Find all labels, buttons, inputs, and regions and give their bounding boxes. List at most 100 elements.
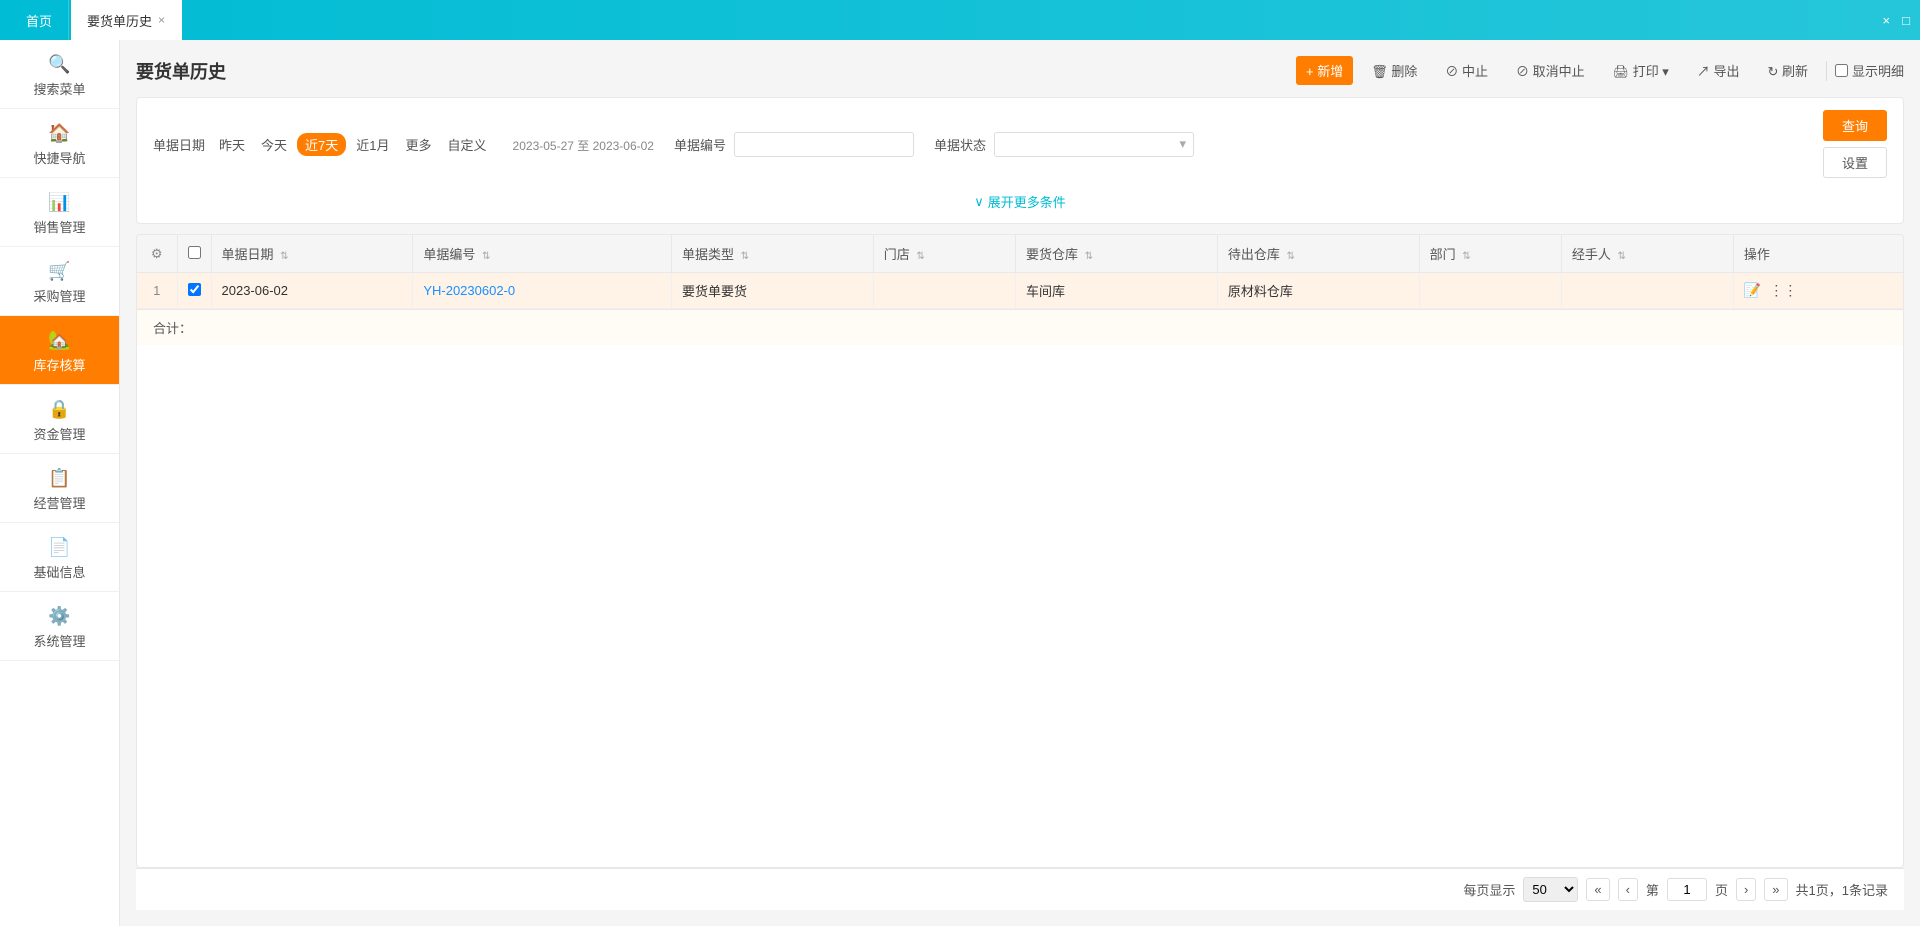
per-page-label: 每页显示 bbox=[1463, 880, 1515, 899]
tab-history[interactable]: 要货单历史 × bbox=[71, 0, 182, 40]
sidebar-item-inventory[interactable]: 🏡 库存核算 bbox=[0, 316, 119, 385]
table-body: 1 2023-06-02 YH-20230602-0 要货单要货 bbox=[137, 273, 1903, 309]
page-input[interactable] bbox=[1667, 878, 1707, 901]
per-page-select[interactable]: 50 100 200 bbox=[1523, 877, 1578, 902]
td-order-no[interactable]: YH-20230602-0 bbox=[413, 273, 672, 309]
pagination-bar: 每页显示 50 100 200 « ‹ 第 页 › » 共1页，1条记录 bbox=[136, 868, 1904, 910]
next-page-btn[interactable]: › bbox=[1736, 878, 1756, 901]
row-action-icons: 📝 ⋮⋮ bbox=[1744, 282, 1893, 299]
system-icon: ⚙️ bbox=[48, 606, 70, 627]
th-settings[interactable]: ⚙ bbox=[137, 235, 177, 273]
th-action-label: 操作 bbox=[1744, 247, 1770, 262]
th-dept: 部门 ⇅ bbox=[1419, 235, 1561, 273]
row-checkbox[interactable] bbox=[188, 283, 201, 296]
th-order-no-sort[interactable]: ⇅ bbox=[482, 251, 490, 262]
first-page-btn[interactable]: « bbox=[1586, 878, 1609, 901]
expand-more-btn[interactable]: ∨ 展开更多条件 bbox=[974, 192, 1066, 211]
th-pending-warehouse-sort[interactable]: ⇅ bbox=[1286, 251, 1294, 262]
tab-list: 首页 要货单历史 × bbox=[10, 0, 182, 40]
page-title: 要货单历史 bbox=[136, 58, 226, 84]
status-label: 单据状态 bbox=[934, 135, 986, 154]
purchase-icon: 🛒 bbox=[48, 261, 70, 282]
window-maximize-btn[interactable]: □ bbox=[1902, 13, 1910, 28]
new-button[interactable]: + 新增 bbox=[1296, 56, 1353, 85]
order-no-label: 单据编号 bbox=[674, 135, 726, 154]
sidebar-item-sales[interactable]: 📊 销售管理 bbox=[0, 178, 119, 247]
export-button[interactable]: ↗ 导出 bbox=[1687, 56, 1750, 85]
th-req-warehouse: 要货仓库 ⇅ bbox=[1015, 235, 1217, 273]
th-store-sort[interactable]: ⇅ bbox=[916, 251, 924, 262]
date-shortcut-today[interactable]: 今天 bbox=[255, 133, 293, 156]
th-pending-warehouse-label: 待出仓库 bbox=[1228, 247, 1280, 262]
sidebar-item-operation[interactable]: 📋 经营管理 bbox=[0, 454, 119, 523]
sidebar-item-search[interactable]: 🔍 搜索菜单 bbox=[0, 40, 119, 109]
print-button[interactable]: 🖨 打印 ▾ bbox=[1603, 56, 1679, 85]
sidebar-item-purchase-label: 采购管理 bbox=[33, 286, 85, 305]
sidebar-item-purchase[interactable]: 🛒 采购管理 bbox=[0, 247, 119, 316]
sidebar-item-search-label: 搜索菜单 bbox=[33, 79, 85, 98]
order-no-input[interactable] bbox=[734, 132, 914, 157]
sidebar: 🔍 搜索菜单 🏠 快捷导航 📊 销售管理 🛒 采购管理 🏡 库存核算 🔒 资金管… bbox=[0, 40, 120, 926]
status-select-wrap bbox=[994, 132, 1194, 157]
th-date-sort[interactable]: ⇅ bbox=[280, 251, 288, 262]
query-button[interactable]: 查询 bbox=[1823, 110, 1887, 141]
sidebar-item-quicknav[interactable]: 🏠 快捷导航 bbox=[0, 109, 119, 178]
sidebar-item-finance[interactable]: 🔒 资金管理 bbox=[0, 385, 119, 454]
td-date: 2023-06-02 bbox=[211, 273, 413, 309]
tab-home-label: 首页 bbox=[26, 11, 52, 30]
row-order-no-link[interactable]: YH-20230602-0 bbox=[423, 283, 515, 298]
td-req-warehouse: 车间库 bbox=[1015, 273, 1217, 309]
table-settings-icon[interactable]: ⚙ bbox=[151, 246, 163, 261]
show-detail-label: 显示明细 bbox=[1835, 61, 1904, 80]
sidebar-item-system-label: 系统管理 bbox=[33, 631, 85, 650]
sidebar-item-inventory-label: 库存核算 bbox=[33, 355, 85, 374]
th-action: 操作 bbox=[1733, 235, 1903, 273]
page-unit: 页 bbox=[1715, 880, 1728, 899]
sales-icon: 📊 bbox=[48, 192, 70, 213]
last-page-btn[interactable]: » bbox=[1764, 878, 1787, 901]
row-edit-icon[interactable]: 📝 bbox=[1744, 282, 1761, 299]
delete-button[interactable]: 🗑 删除 bbox=[1361, 56, 1427, 85]
order-no-filter-group: 单据编号 bbox=[674, 132, 914, 157]
row-more-icon[interactable]: ⋮⋮ bbox=[1769, 282, 1797, 299]
date-shortcut-custom[interactable]: 自定义 bbox=[442, 133, 493, 156]
sidebar-item-basic[interactable]: 📄 基础信息 bbox=[0, 523, 119, 592]
td-num: 1 bbox=[137, 273, 177, 309]
date-filter-label: 单据日期 bbox=[153, 135, 205, 154]
cancel-stop-button[interactable]: ⊘ 取消中止 bbox=[1506, 56, 1595, 85]
sidebar-item-finance-label: 资金管理 bbox=[33, 424, 85, 443]
th-handler: 经手人 ⇅ bbox=[1561, 235, 1733, 273]
settings-button[interactable]: 设置 bbox=[1823, 147, 1887, 178]
refresh-button[interactable]: ↻ 刷新 bbox=[1757, 56, 1818, 85]
th-dept-sort[interactable]: ⇅ bbox=[1462, 251, 1470, 262]
operation-icon: 📋 bbox=[48, 468, 70, 489]
date-shortcut-yesterday[interactable]: 昨天 bbox=[213, 133, 251, 156]
date-shortcut-more[interactable]: 更多 bbox=[400, 133, 438, 156]
prev-page-btn[interactable]: ‹ bbox=[1618, 878, 1638, 901]
date-shortcut-1month[interactable]: 近1月 bbox=[350, 133, 395, 156]
top-bar-right: × □ bbox=[1883, 13, 1910, 28]
th-req-warehouse-sort[interactable]: ⇅ bbox=[1085, 251, 1093, 262]
home-icon: 🏠 bbox=[48, 123, 70, 144]
window-close-btn[interactable]: × bbox=[1883, 13, 1891, 28]
th-checkbox bbox=[177, 235, 211, 273]
sidebar-item-system[interactable]: ⚙️ 系统管理 bbox=[0, 592, 119, 661]
row-num: 1 bbox=[153, 283, 160, 298]
table-wrap: ⚙ 单据日期 ⇅ 单据编号 ⇅ bbox=[136, 234, 1904, 868]
th-type-sort[interactable]: ⇅ bbox=[741, 251, 749, 262]
stop-button[interactable]: ⊘ 中止 bbox=[1435, 56, 1498, 85]
tab-history-close[interactable]: × bbox=[158, 13, 165, 27]
date-shortcut-7days[interactable]: 近7天 bbox=[297, 133, 346, 156]
total-info: 共1页，1条记录 bbox=[1796, 880, 1888, 899]
th-date-label: 单据日期 bbox=[222, 247, 274, 262]
table-row: 1 2023-06-02 YH-20230602-0 要货单要货 bbox=[137, 273, 1903, 309]
tab-history-label: 要货单历史 bbox=[87, 11, 152, 30]
th-handler-sort[interactable]: ⇅ bbox=[1618, 251, 1626, 262]
date-range-text: 2023-05-27 至 2023-06-02 bbox=[513, 137, 654, 154]
status-filter-group: 单据状态 bbox=[934, 132, 1194, 157]
tab-home[interactable]: 首页 bbox=[10, 0, 69, 40]
select-all-checkbox[interactable] bbox=[188, 246, 201, 259]
td-checkbox bbox=[177, 273, 211, 309]
status-select[interactable] bbox=[994, 132, 1194, 157]
show-detail-checkbox[interactable] bbox=[1835, 64, 1848, 77]
